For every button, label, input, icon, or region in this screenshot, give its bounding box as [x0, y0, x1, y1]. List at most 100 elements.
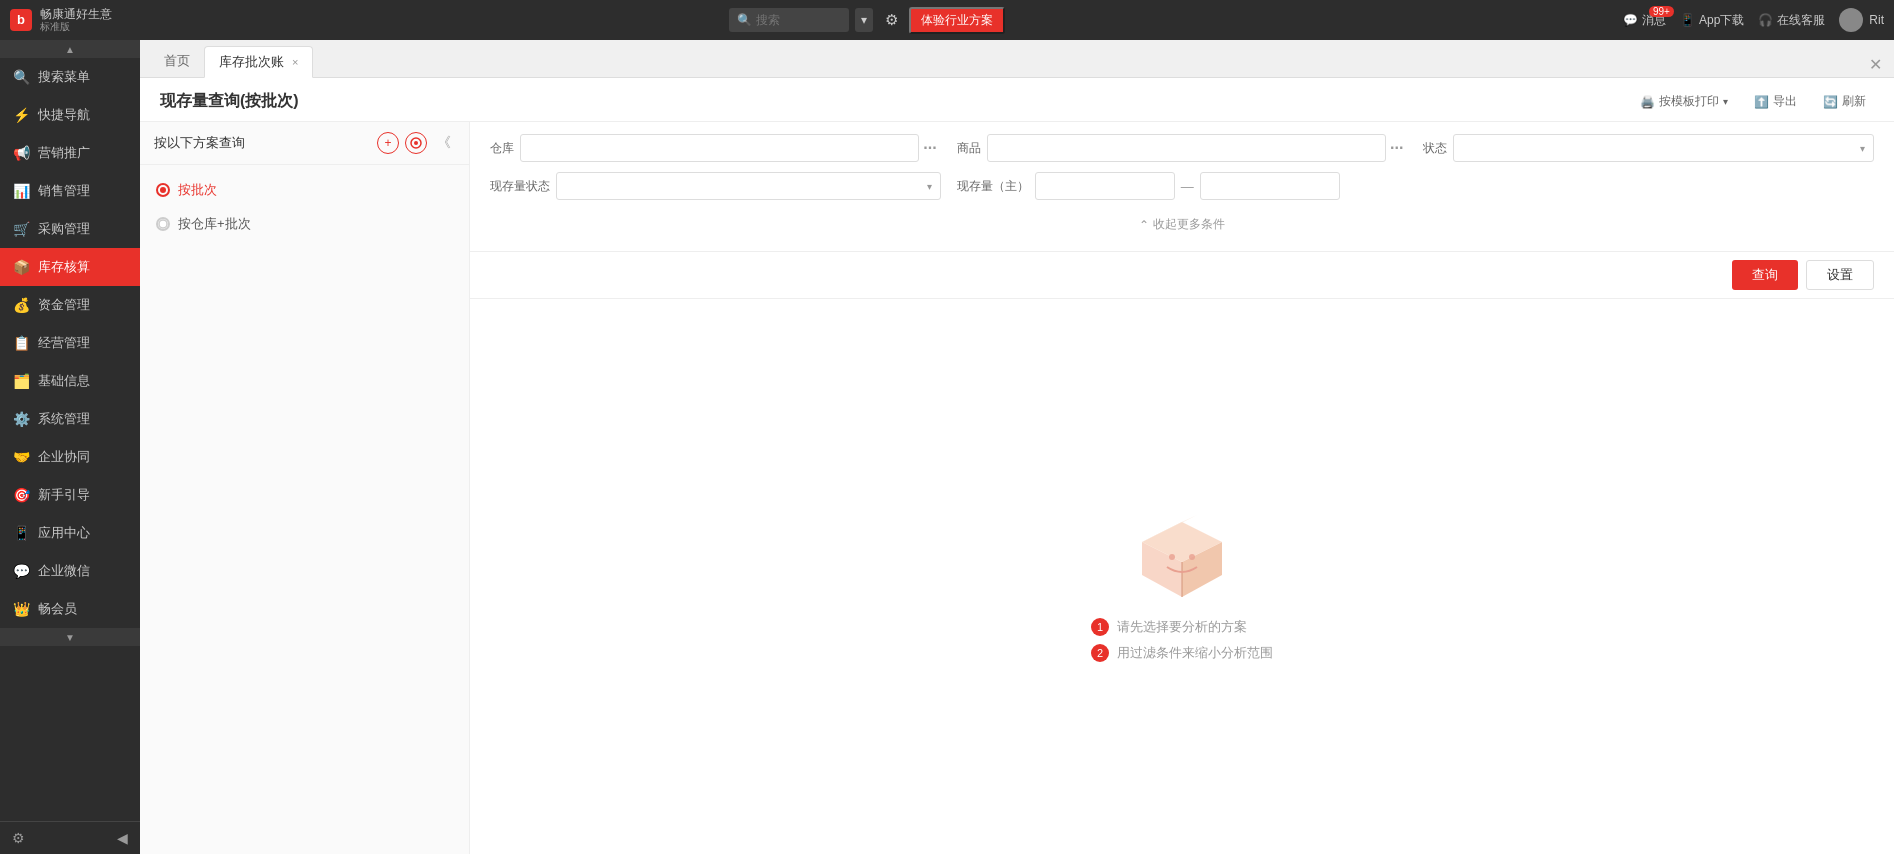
product-input[interactable] — [987, 134, 1386, 162]
app-name: 畅康通好生意 — [40, 7, 112, 21]
sidebar-item-label: 搜索菜单 — [38, 68, 90, 86]
sidebar-item-appcenter[interactable]: 📱 应用中心 — [0, 514, 140, 552]
online-service-label: 在线客服 — [1777, 12, 1825, 29]
filter-row-1: 仓库 ··· 商品 ··· 状态 — [490, 134, 1874, 162]
message-icon: 💬 — [1623, 13, 1638, 27]
sidebar-scroll-up[interactable]: ▲ — [0, 40, 140, 58]
sidebar-item-newguide[interactable]: 🎯 新手引导 — [0, 476, 140, 514]
add-filter-button[interactable]: + — [377, 132, 399, 154]
sidebar-settings-icon[interactable]: ⚙ — [12, 830, 25, 846]
filter-row-2: 现存量状态 ▾ 现存量（主） — — [490, 172, 1874, 200]
search-input[interactable] — [756, 13, 836, 27]
radio-by-batch — [156, 183, 170, 197]
experience-button[interactable]: 体验行业方案 — [909, 7, 1005, 34]
sidebar-item-operations[interactable]: 📋 经营管理 — [0, 324, 140, 362]
sidebar-item-label: 企业协同 — [38, 448, 90, 466]
filter-item-by-warehouse-batch[interactable]: 按仓库+批次 — [140, 207, 469, 241]
clipboard-icon: 📋 — [12, 334, 30, 352]
sidebar-bottom: ⚙ ◀ — [0, 821, 140, 854]
tab-close-icon[interactable]: × — [292, 56, 298, 68]
empty-state: 1 请先选择要分析的方案 2 用过滤条件来缩小分析范围 — [470, 299, 1894, 854]
sidebar-item-search[interactable]: 🔍 搜索菜单 — [0, 58, 140, 96]
collapse-more-conditions[interactable]: ⌃ 收起更多条件 — [490, 210, 1874, 239]
sidebar-item-label: 系统管理 — [38, 410, 90, 428]
inventory-status-label: 现存量状态 — [490, 178, 550, 195]
topbar-search-box[interactable]: 🔍 — [729, 8, 849, 32]
filter-panel: 按以下方案查询 + 《 — [140, 122, 470, 854]
warehouse-more-icon[interactable]: ··· — [919, 139, 940, 157]
query-filters: 仓库 ··· 商品 ··· 状态 — [470, 122, 1894, 252]
mobile-icon: 📱 — [12, 524, 30, 542]
status-dropdown-icon: ▾ — [1860, 143, 1865, 154]
svg-point-9 — [1189, 554, 1195, 560]
refresh-button[interactable]: 🔄 刷新 — [1815, 90, 1874, 113]
tab-home[interactable]: 首页 — [150, 45, 204, 77]
folder-icon: 🗂️ — [12, 372, 30, 390]
sidebar-item-label: 库存核算 — [38, 258, 90, 276]
sidebar-item-system[interactable]: ⚙️ 系统管理 — [0, 400, 140, 438]
tab-inventory-batch-label: 库存批次账 — [219, 53, 284, 71]
tab-bar: 首页 库存批次账 × ✕ — [140, 40, 1894, 78]
app-download-button[interactable]: 📱 App下载 — [1680, 12, 1744, 29]
sidebar-item-finance[interactable]: 💰 资金管理 — [0, 286, 140, 324]
sidebar-item-wechat[interactable]: 💬 企业微信 — [0, 552, 140, 590]
inventory-qty-min-input[interactable] — [1035, 172, 1175, 200]
filter-panel-actions: + 《 — [377, 132, 455, 154]
export-button[interactable]: ⬆️ 导出 — [1746, 90, 1805, 113]
messages-badge: 99+ — [1649, 6, 1674, 17]
tab-inventory-batch[interactable]: 库存批次账 × — [204, 46, 313, 78]
sidebar-item-vip[interactable]: 👑 畅会员 — [0, 590, 140, 628]
sidebar-item-label: 快捷导航 — [38, 106, 90, 124]
export-icon: ⬆️ — [1754, 95, 1769, 109]
filter-item-by-batch[interactable]: 按批次 — [140, 173, 469, 207]
page-header: 现存量查询(按批次) 🖨️ 按模板打印 ▾ ⬆️ 导出 🔄 刷新 — [140, 78, 1894, 122]
main-layout: ▲ 🔍 搜索菜单 ⚡ 快捷导航 📢 营销推广 📊 销售管理 🛒 采购管理 📦 库… — [0, 40, 1894, 854]
filter-item-label: 按批次 — [178, 181, 217, 199]
sidebar-scroll-down[interactable]: ▼ — [0, 628, 140, 646]
warehouse-field: 仓库 ··· — [490, 134, 941, 162]
product-field: 商品 ··· — [957, 134, 1408, 162]
topbar-gear-icon[interactable]: ⚙ — [879, 8, 903, 32]
user-info[interactable]: Rit — [1839, 8, 1884, 32]
sidebar-item-sales[interactable]: 📊 销售管理 — [0, 172, 140, 210]
query-button[interactable]: 查询 — [1732, 260, 1798, 290]
sidebar-item-enterprise[interactable]: 🤝 企业协同 — [0, 438, 140, 476]
chevron-down-icon: ▾ — [1723, 96, 1728, 107]
settings-button[interactable]: 设置 — [1806, 260, 1874, 290]
chart-icon: 📊 — [12, 182, 30, 200]
refresh-icon: 🔄 — [1823, 95, 1838, 109]
settings-wheel-icon — [410, 137, 422, 149]
status-field: 状态 ▾ — [1423, 134, 1874, 162]
warehouse-label: 仓库 — [490, 140, 514, 157]
messages-button[interactable]: 💬 消息 99+ — [1623, 12, 1666, 29]
sidebar-collapse-icon[interactable]: ◀ — [117, 830, 128, 846]
product-more-icon[interactable]: ··· — [1386, 139, 1407, 157]
inventory-status-field: 现存量状态 ▾ — [490, 172, 941, 200]
sidebar-item-basic[interactable]: 🗂️ 基础信息 — [0, 362, 140, 400]
print-template-button[interactable]: 🖨️ 按模板打印 ▾ — [1632, 90, 1736, 113]
online-service-button[interactable]: 🎧 在线客服 — [1758, 12, 1825, 29]
chat-icon: 💬 — [12, 562, 30, 580]
sidebar: ▲ 🔍 搜索菜单 ⚡ 快捷导航 📢 营销推广 📊 销售管理 🛒 采购管理 📦 库… — [0, 40, 140, 854]
svg-point-8 — [1169, 554, 1175, 560]
inventory-status-select[interactable]: ▾ — [556, 172, 941, 200]
gear-icon: ⚙️ — [12, 410, 30, 428]
tabbar-close-button[interactable]: ✕ — [1869, 55, 1882, 74]
inventory-qty-max-input[interactable] — [1200, 172, 1340, 200]
status-select[interactable]: ▾ — [1453, 134, 1874, 162]
tab-home-label: 首页 — [164, 52, 190, 70]
sidebar-item-label: 新手引导 — [38, 486, 90, 504]
sidebar-item-inventory[interactable]: 📦 库存核算 — [0, 248, 140, 286]
sidebar-item-quicknav[interactable]: ⚡ 快捷导航 — [0, 96, 140, 134]
warehouse-input[interactable] — [520, 134, 919, 162]
sidebar-item-marketing[interactable]: 📢 营销推广 — [0, 134, 140, 172]
filter-settings-icon[interactable] — [405, 132, 427, 154]
sidebar-item-purchase[interactable]: 🛒 采购管理 — [0, 210, 140, 248]
sidebar-item-label: 经营管理 — [38, 334, 90, 352]
step-2-number: 2 — [1091, 644, 1109, 662]
inventory-status-dropdown-icon: ▾ — [927, 181, 932, 192]
collapse-panel-button[interactable]: 《 — [433, 132, 455, 154]
filter-main-area: 按以下方案查询 + 《 — [140, 122, 1894, 854]
sidebar-item-label: 应用中心 — [38, 524, 90, 542]
topbar-dropdown[interactable]: ▾ — [855, 8, 873, 32]
